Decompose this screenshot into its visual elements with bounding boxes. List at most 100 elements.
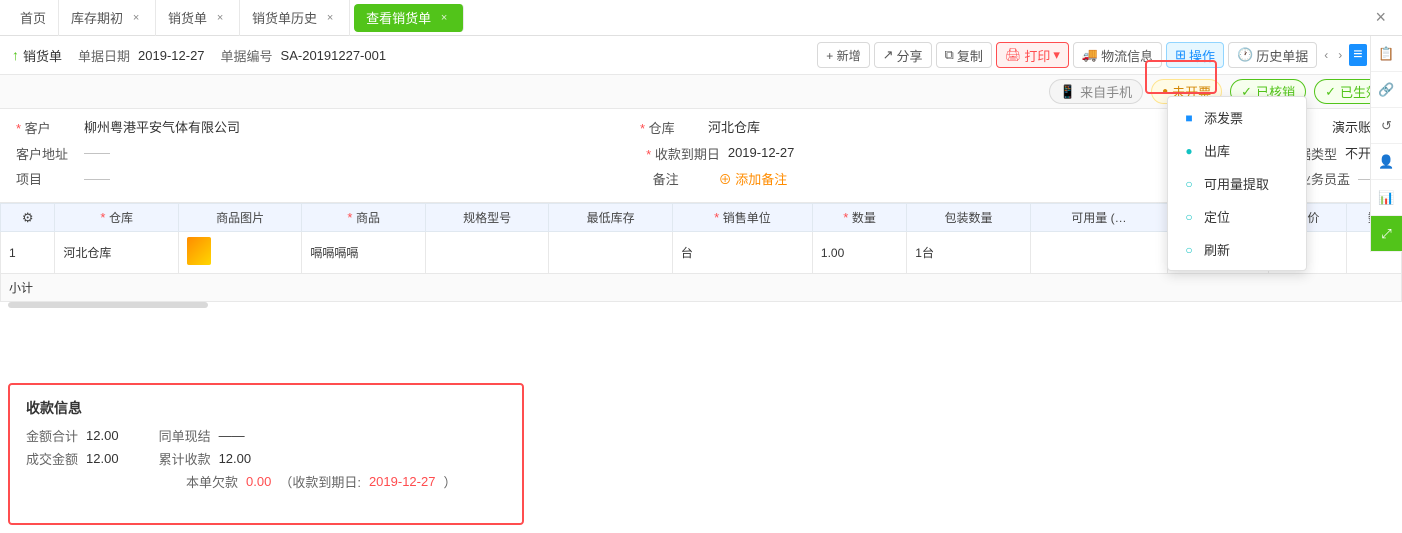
product-image [187,237,211,265]
operate-button[interactable]: ⊞ 操作 [1166,42,1224,68]
nav-next[interactable]: › [1335,48,1345,62]
link-sidebar-icon: 🔗 [1378,82,1394,98]
col-unit: * 销售单位 [672,204,812,232]
due-value: 0.00 [246,474,271,489]
available-icon: ○ [1182,177,1196,191]
deal-amount-label: 成交金额 [26,449,78,468]
tab-view-sales-close[interactable]: × [437,11,451,25]
menu-locate[interactable]: ○ 定位 [1168,200,1306,233]
doc-no-meta: 单据编号 SA-20191227-001 [221,46,387,65]
nav-prev[interactable]: ‹ [1321,48,1331,62]
same-bill-value: —— [219,428,245,443]
doc-type-label: 销货单 [23,46,62,65]
due-date: 2019-12-27 [369,474,436,489]
row-no: 1 [1,232,55,274]
amount-value: 12.00 [86,428,119,443]
address-field: 客户地址 —— [16,144,646,163]
tab-inventory[interactable]: 库存期初 × [59,0,156,36]
menu-outbound-label: 出库 [1204,141,1230,160]
sidebar-icon-link[interactable]: 🔗 [1371,72,1402,108]
payment-row-3: 本单欠款 0.00 （收款到期日: 2019-12-27 ） [26,472,506,491]
row-min-stock [549,232,673,274]
logistics-button[interactable]: 🚚 物流信息 [1073,42,1162,68]
menu-locate-label: 定位 [1204,207,1230,226]
toolbar: + 新增 ↗ 分享 ⧉ 复制 🖨 打印 ▾ 🚚 物流信息 ⊞ 操作 [817,42,1390,68]
tab-view-sales[interactable]: 查看销货单 × [354,4,464,32]
menu-add-invoice[interactable]: ■ 添发票 [1168,101,1306,134]
tab-sales-history-close[interactable]: × [323,11,337,25]
warehouse-label: 仓库 [640,118,700,137]
address-label: 客户地址 [16,144,76,163]
cumulative-value: 12.00 [219,451,252,466]
expand-sidebar-icon: ⤢ [1381,226,1391,242]
copy-button[interactable]: ⧉ 复制 [936,42,992,68]
date-value: 2019-12-27 [138,48,205,63]
due-date-value[interactable]: 2019-12-27 [726,145,797,161]
project-field: 项目 —— [16,169,653,188]
tab-home[interactable]: 首页 [8,0,59,36]
refresh-sidebar-icon: ↺ [1381,118,1392,134]
address-value[interactable]: —— [82,145,112,161]
row-warehouse: 河北仓库 [55,232,179,274]
customer-value[interactable]: 柳州粤港平安气体有限公司 [82,117,242,137]
warehouse-value[interactable]: 河北仓库 [706,117,762,137]
same-bill-label: 同单现结 [159,426,211,445]
due-date-label: 收款到期日 [646,144,720,163]
doc-icon: ↑ [12,47,19,63]
tab-inventory-close[interactable]: × [129,11,143,25]
sidebar-icon-chart[interactable]: 📊 [1371,180,1402,216]
project-value[interactable]: —— [82,171,112,187]
no-label: 单据编号 [221,46,273,65]
payment-title: 收款信息 [26,398,506,418]
tab-sales-close[interactable]: × [213,11,227,25]
share-icon: ↗ [883,47,894,63]
tab-sales[interactable]: 销货单 × [156,0,240,36]
tab-sales-history[interactable]: 销货单历史 × [240,0,350,36]
subtotal-row: 小计 [1,274,1402,302]
menu-available[interactable]: ○ 可用量提取 [1168,167,1306,200]
phone-icon: 📱 [1060,84,1076,100]
horizontal-scrollbar[interactable] [8,302,208,308]
row-pkg: 1台 [907,232,1031,274]
history-icon: 🕐 [1237,47,1253,63]
add-note-btn[interactable]: ⊕ 添加备注 [719,169,788,188]
add-icon: ⊕ [719,172,736,187]
chart-sidebar-icon: 📊 [1378,190,1394,206]
tab-bar-close-btn[interactable]: × [1367,7,1394,28]
project-label: 项目 [16,169,76,188]
payment-row-1: 金额合计 12.00 同单现结 —— [26,426,506,445]
row-product[interactable]: 嗝嗝嗝嗝 [302,232,426,274]
due-field: 本单欠款 0.00 （收款到期日: 2019-12-27 ） [186,472,456,491]
print-button[interactable]: 🖨 打印 ▾ [996,42,1069,68]
col-min-stock: 最低库存 [549,204,673,232]
same-bill-field: 同单现结 —— [159,426,245,445]
col-settings[interactable]: ⚙ [1,204,55,232]
settings-icon: ⚙ [22,210,34,225]
right-sidebar: 📋 🔗 ↺ 👤 📊 ⤢ [1370,36,1402,252]
doc-type: ↑ 销货单 [12,46,62,65]
menu-outbound[interactable]: ● 出库 [1168,134,1306,167]
view-list-icon[interactable]: ≡ [1349,44,1366,66]
col-img: 商品图片 [178,204,302,232]
due-note: （收款到期日: [279,472,361,491]
no-value: SA-20191227-001 [281,48,387,63]
menu-refresh[interactable]: ○ 刷新 [1168,233,1306,266]
sidebar-icon-refresh[interactable]: ↺ [1371,108,1402,144]
sidebar-icon-user[interactable]: 👤 [1371,144,1402,180]
new-button[interactable]: + 新增 [817,42,869,68]
sidebar-icon-expand[interactable]: ⤢ [1371,216,1402,252]
user-sidebar-icon: 👤 [1378,154,1394,170]
sidebar-icon-doc[interactable]: 📋 [1371,36,1402,72]
tab-inventory-label: 库存期初 [71,8,123,27]
menu-add-invoice-label: 添发票 [1204,108,1243,127]
logistics-icon: 🚚 [1082,47,1098,63]
doc-sidebar-icon: 📋 [1378,46,1394,62]
cumulative-field: 累计收款 12.00 [159,449,252,468]
date-label: 单据日期 [78,46,130,65]
payment-info: 收款信息 金额合计 12.00 同单现结 —— 成交金额 12.00 累计收款 … [12,388,520,505]
status-phone[interactable]: 📱 来自手机 [1049,79,1143,104]
history-button[interactable]: 🕐 历史单据 [1228,42,1317,68]
share-button[interactable]: ↗ 分享 [874,42,932,68]
row-available [1030,232,1167,274]
locate-icon: ○ [1182,210,1196,224]
